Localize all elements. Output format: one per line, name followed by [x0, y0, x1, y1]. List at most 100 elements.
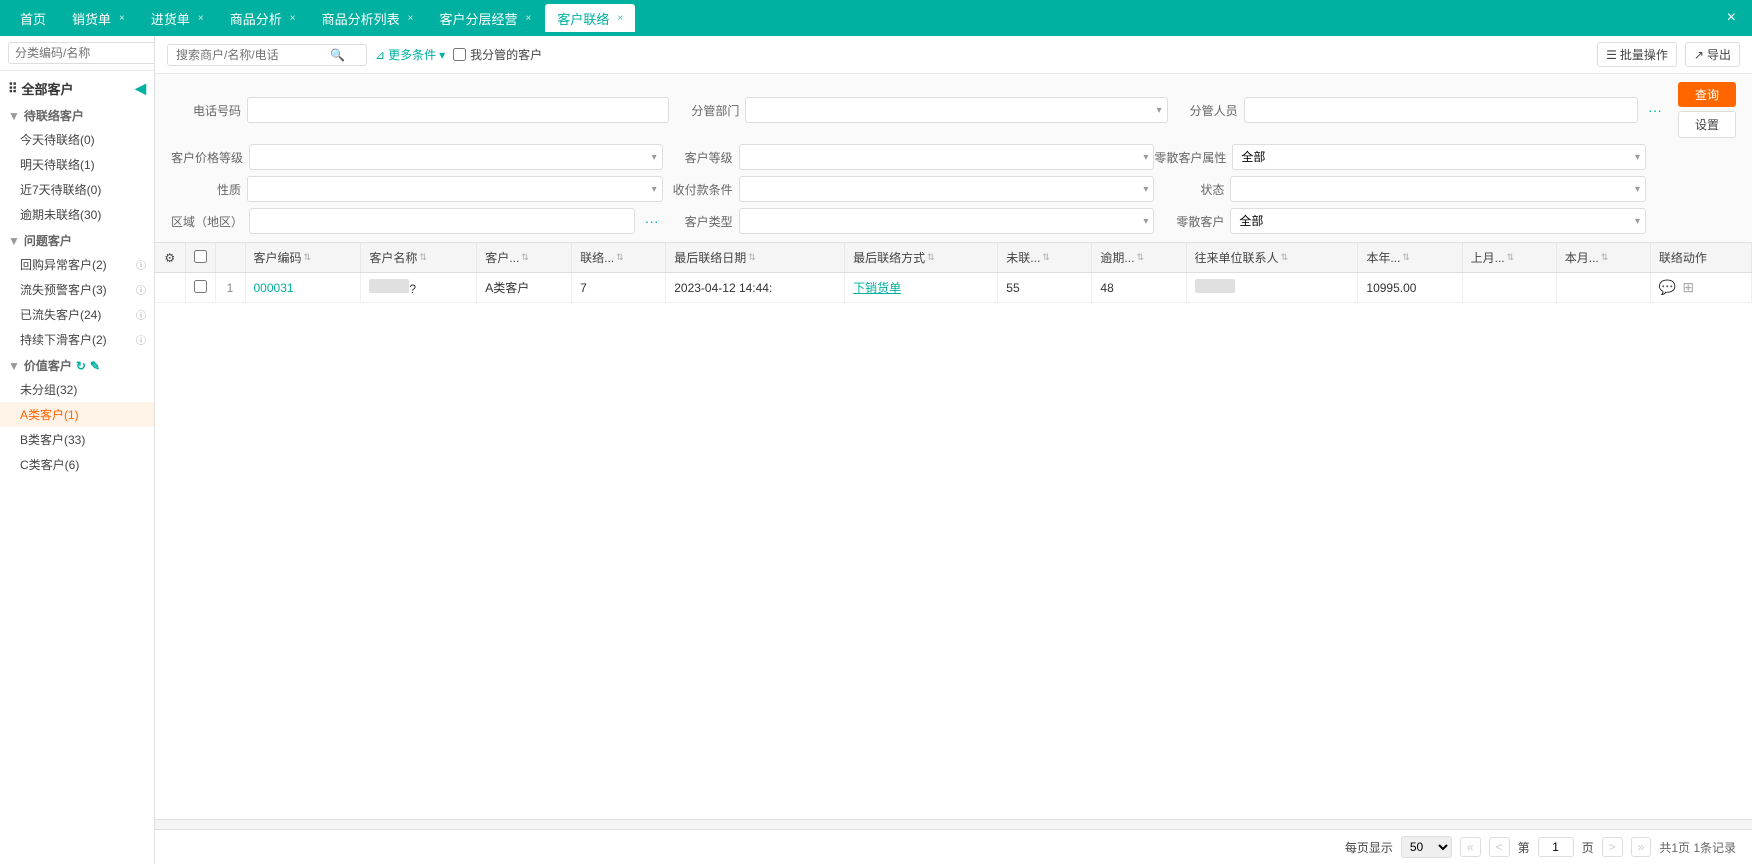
nav-customer-tier-close[interactable]: × — [525, 13, 531, 24]
filter-manager-label: 分管人员 — [1168, 102, 1238, 119]
chat-icon[interactable]: 💬 — [1659, 279, 1676, 296]
nav-product-list-close[interactable]: × — [408, 13, 414, 24]
sidebar-item-tomorrow[interactable]: 明天待联络(1) — [0, 152, 154, 177]
nav-product-list[interactable]: 商品分析列表 × — [310, 4, 426, 32]
filter-nature-select[interactable] — [247, 176, 663, 202]
sidebar-item-c-class[interactable]: C类客户(6) — [0, 452, 154, 477]
nav-customer-tier[interactable]: 客户分层经营 × — [427, 4, 543, 32]
sidebar-item-churned[interactable]: 已流失客户(24) ⓘ — [0, 302, 154, 327]
nav-purchase-close[interactable]: × — [198, 13, 204, 24]
main-layout: 🔍 ⠿ 全部客户 ◀ ▼ 待联络客户 今天待联络(0) 明天待联络(1) 近7天… — [0, 36, 1752, 864]
sidebar-collapse-icon[interactable]: ◀ — [135, 80, 146, 97]
filter-retail-select[interactable]: 全部 — [1230, 208, 1646, 234]
col-customer-code[interactable]: 客户编码⇅ — [245, 243, 361, 273]
prev-page-button[interactable]: < — [1489, 837, 1510, 857]
settings-button[interactable]: 设置 — [1678, 111, 1736, 138]
filter-region-dots[interactable]: ··· — [641, 213, 663, 229]
next-page-button[interactable]: > — [1602, 837, 1623, 857]
filter-manager-input[interactable] — [1244, 97, 1638, 123]
h-scrollbar[interactable] — [155, 819, 1752, 829]
filter-customer-type-wrap: ▾ — [739, 208, 1155, 234]
filter-manager-dots[interactable]: ··· — [1644, 102, 1666, 118]
last-page-button[interactable]: » — [1631, 837, 1652, 857]
sidebar: 🔍 ⠿ 全部客户 ◀ ▼ 待联络客户 今天待联络(0) 明天待联络(1) 近7天… — [0, 36, 155, 864]
filter-customer-grade: 客户等级 ▾ — [663, 144, 1155, 170]
query-button[interactable]: 查询 — [1678, 82, 1736, 107]
filter-customer-type-select[interactable] — [739, 208, 1155, 234]
search-icon-btn[interactable]: 🔍 — [330, 48, 345, 62]
sidebar-item-today[interactable]: 今天待联络(0) — [0, 127, 154, 152]
filter-button[interactable]: ⊿ 更多条件 ▾ — [375, 46, 445, 63]
col-contact[interactable]: 联络...⇅ — [572, 243, 666, 273]
search-input[interactable] — [176, 48, 326, 62]
col-last-contact-date[interactable]: 最后联络日期⇅ — [666, 243, 845, 273]
col-last-contact-method[interactable]: 最后联络方式⇅ — [845, 243, 998, 273]
export-button[interactable]: ↗ 导出 — [1685, 42, 1740, 67]
page-input[interactable] — [1538, 837, 1574, 857]
filter-price-grade-select[interactable] — [249, 144, 663, 170]
sidebar-item-b-class[interactable]: B类客户(33) — [0, 427, 154, 452]
first-page-button[interactable]: « — [1460, 837, 1481, 857]
my-customer-checkbox[interactable]: 我分管的客户 — [453, 46, 542, 63]
info-icon-4: ⓘ — [136, 332, 146, 347]
filter-panel: 电话号码 分管部门 ▾ 分管人员 ··· — [155, 74, 1752, 243]
filter-retail-attr-label: 零散客户属性 — [1154, 149, 1226, 166]
page-size-select[interactable]: 10 20 50 100 — [1401, 836, 1452, 858]
nav-product-analysis-close[interactable]: × — [290, 13, 296, 24]
nav-home[interactable]: 首页 — [8, 4, 58, 32]
col-customer-name[interactable]: 客户名称⇅ — [361, 243, 477, 273]
cell-last-contact-method[interactable]: 下销货单 — [845, 273, 998, 303]
filter-region-input[interactable] — [249, 208, 635, 234]
row-settings — [155, 273, 185, 303]
col-rownum — [215, 243, 245, 273]
edit-icon[interactable]: ✎ — [90, 359, 100, 373]
col-this-year[interactable]: 本年...⇅ — [1358, 243, 1462, 273]
cell-no-contact: 55 — [998, 273, 1092, 303]
sidebar-item-churn-warning[interactable]: 流失预警客户(3) ⓘ — [0, 277, 154, 302]
col-last-month[interactable]: 上月...⇅ — [1462, 243, 1556, 273]
sidebar-item-7days[interactable]: 近7天待联络(0) — [0, 177, 154, 202]
col-unit-contact[interactable]: 往来单位联系人⇅ — [1186, 243, 1358, 273]
filter-retail-attr-select[interactable]: 全部 — [1232, 144, 1646, 170]
page-size-label: 每页显示 — [1345, 839, 1393, 856]
nav-customer-contact[interactable]: 客户联络 × — [545, 4, 635, 32]
window-close-button[interactable]: × — [1719, 5, 1744, 31]
sidebar-search-input[interactable] — [8, 42, 155, 64]
filter-row-1: 电话号码 分管部门 ▾ 分管人员 ··· — [171, 82, 1736, 138]
batch-op-button[interactable]: ☰ 批量操作 — [1597, 42, 1677, 67]
sidebar-item-ungrouped[interactable]: 未分组(32) — [0, 377, 154, 402]
sort-icon-overdue: ⇅ — [1136, 252, 1144, 263]
col-overdue[interactable]: 逾期...⇅ — [1092, 243, 1186, 273]
sidebar-item-declining[interactable]: 持续下滑客户(2) ⓘ — [0, 327, 154, 352]
filter-payment: 收付款条件 ▾ — [663, 176, 1155, 202]
filter-retail-attr-wrap: 全部 ▾ — [1232, 144, 1646, 170]
col-no-contact[interactable]: 未联...⇅ — [998, 243, 1092, 273]
sort-icon-contact: ⇅ — [616, 252, 624, 263]
table-header-row: ⚙ 客户编码⇅ 客户名称⇅ 客户...⇅ — [155, 243, 1752, 273]
filter-phone-input[interactable] — [247, 97, 669, 123]
top-nav: 首页 销货单 × 进货单 × 商品分析 × 商品分析列表 × 客户分层经营 × … — [0, 0, 1752, 36]
col-this-month[interactable]: 本月...⇅ — [1556, 243, 1650, 273]
nav-customer-contact-close[interactable]: × — [617, 13, 623, 24]
nav-purchase[interactable]: 进货单 × — [139, 4, 216, 32]
refresh-icon[interactable]: ↻ — [76, 359, 86, 373]
select-all-checkbox[interactable] — [194, 250, 207, 263]
nav-product-analysis[interactable]: 商品分析 × — [218, 4, 308, 32]
nav-sales-close[interactable]: × — [119, 13, 125, 24]
row-checkbox[interactable] — [194, 280, 207, 293]
page-label: 第 — [1518, 839, 1530, 856]
filter-payment-select[interactable] — [739, 176, 1155, 202]
sidebar-item-a-class[interactable]: A类客户(1) — [0, 402, 154, 427]
cell-customer-code[interactable]: 000031 — [245, 273, 361, 303]
sidebar-item-repurchase-abnormal[interactable]: 回购异常客户(2) ⓘ — [0, 252, 154, 277]
filter-dept-select[interactable] — [745, 97, 1167, 123]
col-settings[interactable]: ⚙ — [155, 243, 185, 273]
my-customer-check[interactable] — [453, 48, 466, 61]
filter-status-select[interactable] — [1230, 176, 1646, 202]
sidebar-item-overdue[interactable]: 逾期未联络(30) — [0, 202, 154, 227]
nav-sales[interactable]: 销货单 × — [60, 4, 137, 32]
col-customer-type[interactable]: 客户...⇅ — [477, 243, 572, 273]
row-num: 1 — [215, 273, 245, 303]
filter-customer-grade-select[interactable] — [739, 144, 1155, 170]
qr-icon[interactable]: ⊞ — [1682, 279, 1694, 296]
